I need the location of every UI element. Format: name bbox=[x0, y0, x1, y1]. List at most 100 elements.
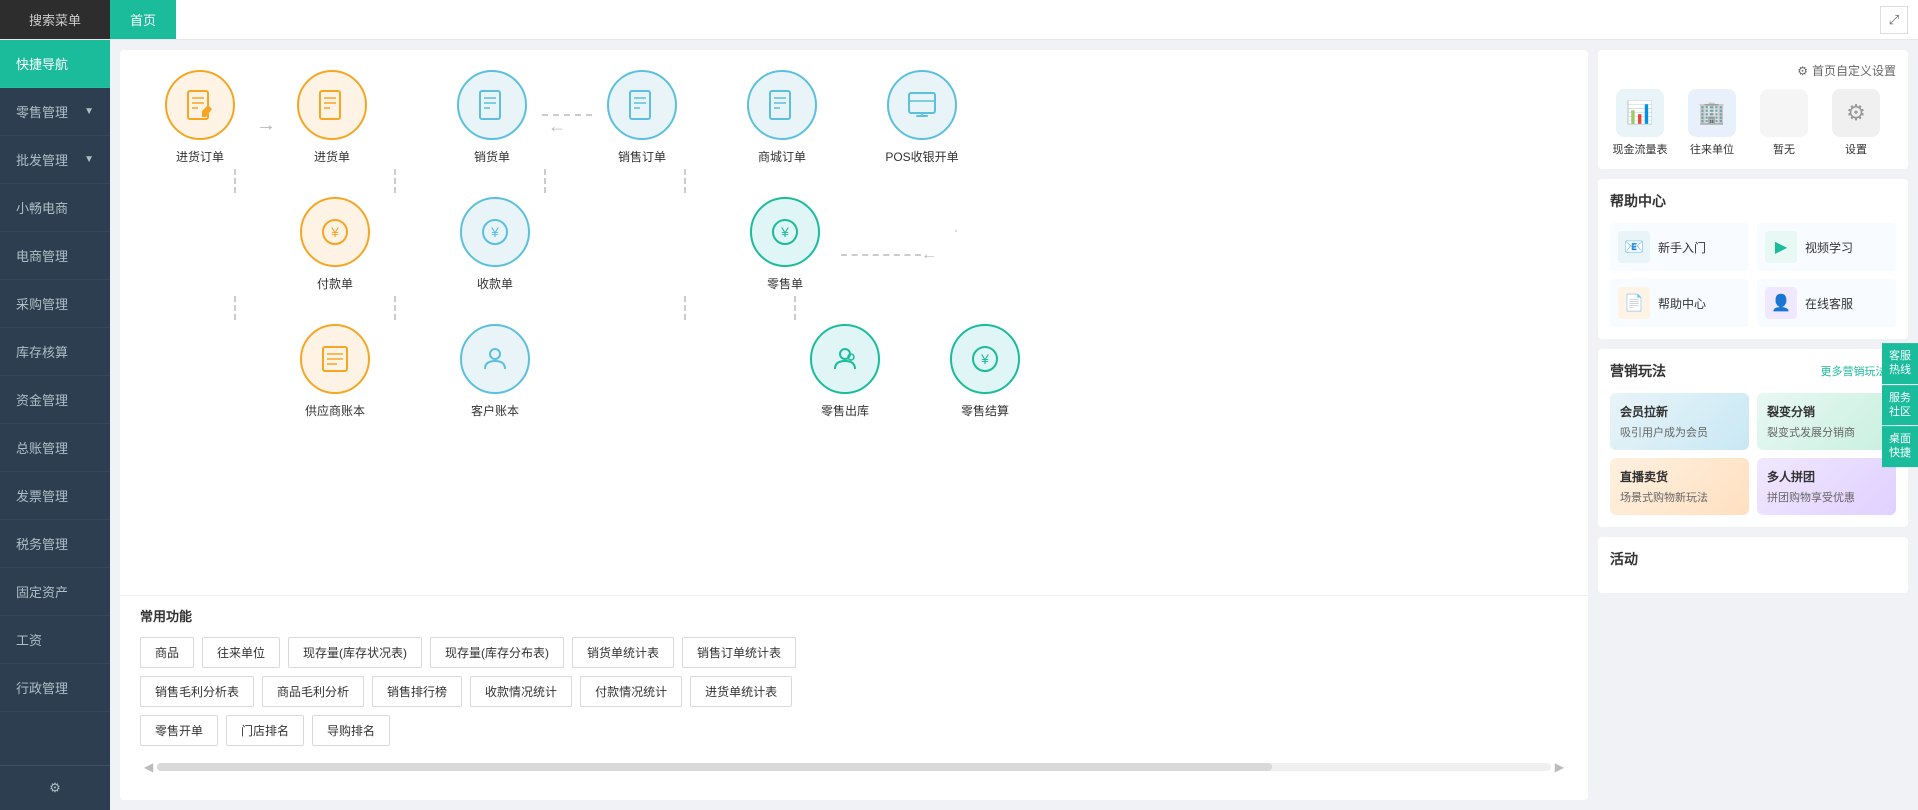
xiaohuo-label: 销货单 bbox=[474, 148, 510, 165]
common-function-button[interactable]: 销售订单统计表 bbox=[682, 637, 796, 668]
sidebar-item-5[interactable]: 采购管理 bbox=[0, 280, 110, 328]
shangcheng-label: 商城订单 bbox=[758, 148, 806, 165]
common-function-button[interactable]: 进货单统计表 bbox=[690, 676, 792, 707]
flow-node-xiaohuo[interactable]: 销货单 bbox=[442, 70, 542, 165]
svg-text:¥: ¥ bbox=[490, 224, 499, 240]
sidebar-item-label: 快捷导航 bbox=[16, 54, 68, 73]
sidebar-item-1[interactable]: 零售管理▼ bbox=[0, 88, 110, 136]
float-button[interactable]: 服务社区 bbox=[1882, 385, 1918, 426]
common-function-button[interactable]: 门店排名 bbox=[226, 715, 304, 746]
flow-node-pos[interactable]: POS收银开单 bbox=[872, 70, 972, 165]
flow-node-xiaoshou-order[interactable]: 销售订单 bbox=[592, 70, 692, 165]
sidebar-item-6[interactable]: 库存核算 bbox=[0, 328, 110, 376]
main-panel: 进货订单 → 进货单 bbox=[120, 50, 1588, 800]
common-function-button[interactable]: 销售毛利分析表 bbox=[140, 676, 254, 707]
marketing-item[interactable]: 多人拼团 拼团购物享受优惠 bbox=[1757, 458, 1896, 515]
gear-icon: ⚙ bbox=[49, 780, 61, 796]
common-function-button[interactable]: 往来单位 bbox=[202, 637, 280, 668]
marketing-item[interactable]: 直播卖货 场景式购物新玩法 bbox=[1610, 458, 1749, 515]
help-center: 帮助中心 📧 新手入门 ▶ 视频学习 📄 帮助中心 👤 在线客服 bbox=[1598, 179, 1908, 339]
flow-node-shoukuan[interactable]: ¥ 收款单 bbox=[445, 197, 545, 292]
flow-node-lingshou-chuku[interactable]: 零售出库 bbox=[795, 324, 895, 419]
nav-icon-label: 暂无 bbox=[1773, 141, 1795, 157]
sidebar-arrow: ▼ bbox=[84, 106, 94, 117]
marketing-item[interactable]: 裂变分销 裂变式发展分销商 bbox=[1757, 393, 1896, 450]
fukuan-label: 付款单 bbox=[317, 275, 353, 292]
float-button[interactable]: 客服热线 bbox=[1882, 343, 1918, 384]
sidebar-item-label: 行政管理 bbox=[16, 678, 68, 697]
sidebar-item-12[interactable]: 工资 bbox=[0, 616, 110, 664]
nav-icon-item[interactable]: 暂无 bbox=[1754, 89, 1814, 157]
gongyingshang-label: 供应商账本 bbox=[305, 402, 365, 419]
jinhuo-order-icon bbox=[165, 70, 235, 140]
scroll-left-arrow[interactable]: ◀ bbox=[140, 760, 157, 774]
sidebar-item-0[interactable]: 快捷导航 bbox=[0, 40, 110, 88]
sidebar-item-13[interactable]: 行政管理 bbox=[0, 664, 110, 712]
nav-icon-item[interactable]: 📊 现金流量表 bbox=[1610, 89, 1670, 157]
flow-node-lingshou-jiesuan[interactable]: ¥ 零售结算 bbox=[935, 324, 1035, 419]
marketing-item-title: 直播卖货 bbox=[1620, 468, 1739, 485]
scrollbar-track[interactable] bbox=[157, 763, 1551, 771]
lingshou-dan-label: 零售单 bbox=[767, 275, 803, 292]
nav-icon-item[interactable]: ⚙ 设置 bbox=[1826, 89, 1886, 157]
common-function-button[interactable]: 销售排行榜 bbox=[372, 676, 462, 707]
sidebar-item-label: 电商管理 bbox=[16, 246, 68, 265]
quick-nav-icons-container: 📊 现金流量表 🏢 往来单位 暂无 ⚙ 设置 bbox=[1610, 89, 1896, 157]
common-function-button[interactable]: 销货单统计表 bbox=[572, 637, 674, 668]
sidebar-item-8[interactable]: 总账管理 bbox=[0, 424, 110, 472]
lingshou-jiesuan-label: 零售结算 bbox=[961, 402, 1009, 419]
sidebar-item-4[interactable]: 电商管理 bbox=[0, 232, 110, 280]
scroll-right-arrow[interactable]: ▶ bbox=[1551, 760, 1568, 774]
common-function-button[interactable]: 商品 bbox=[140, 637, 194, 668]
common-row1: 商品往来单位现存量(库存状况表) 现存量(库存分布表) 销货单统计表销售订单统计表 bbox=[140, 637, 1568, 668]
fullscreen-button[interactable]: ⤢ bbox=[1880, 6, 1908, 34]
flow-node-jinhuo-dan[interactable]: 进货单 bbox=[282, 70, 382, 165]
sidebar-item-9[interactable]: 发票管理 bbox=[0, 472, 110, 520]
tab-home[interactable]: 首页 bbox=[110, 0, 176, 39]
common-function-button[interactable]: 零售开单 bbox=[140, 715, 218, 746]
flow-node-shangcheng[interactable]: 商城订单 bbox=[732, 70, 832, 165]
shoukuan-label: 收款单 bbox=[477, 275, 513, 292]
quick-nav-settings[interactable]: ⚙ 首页自定义设置 bbox=[1610, 62, 1896, 79]
help-item-icon: 📄 bbox=[1618, 287, 1650, 319]
marketing-item-desc: 吸引用户成为会员 bbox=[1620, 424, 1739, 440]
sidebar-item-7[interactable]: 资金管理 bbox=[0, 376, 110, 424]
sidebar-item-10[interactable]: 税务管理 bbox=[0, 520, 110, 568]
quick-nav-settings-label: 首页自定义设置 bbox=[1812, 62, 1896, 79]
help-item[interactable]: 📧 新手入门 bbox=[1610, 223, 1749, 271]
sidebar-item-2[interactable]: 批发管理▼ bbox=[0, 136, 110, 184]
marketing-item-title: 会员拉新 bbox=[1620, 403, 1739, 420]
help-item[interactable]: 📄 帮助中心 bbox=[1610, 279, 1749, 327]
nav-icon-label: 现金流量表 bbox=[1613, 141, 1668, 157]
flow-node-kehu[interactable]: 客户账本 bbox=[445, 324, 545, 419]
search-menu-button[interactable]: 搜索菜单 bbox=[0, 0, 110, 39]
flow-node-gongyingshang[interactable]: 供应商账本 bbox=[285, 324, 385, 419]
sidebar-settings[interactable]: ⚙ bbox=[0, 765, 110, 810]
common-function-button[interactable]: 导购排名 bbox=[312, 715, 390, 746]
help-item-icon: 📧 bbox=[1618, 231, 1650, 263]
sidebar-item-label: 库存核算 bbox=[16, 342, 68, 361]
marketing-item-desc: 拼团购物享受优惠 bbox=[1767, 489, 1886, 505]
common-function-button[interactable]: 收款情况统计 bbox=[470, 676, 572, 707]
flow-node-fukuan[interactable]: ¥ 付款单 bbox=[285, 197, 385, 292]
lingshou-dan-icon: ¥ bbox=[750, 197, 820, 267]
common-function-button[interactable]: 现存量(库存状况表) bbox=[288, 637, 422, 668]
common-function-button[interactable]: 现存量(库存分布表) bbox=[430, 637, 564, 668]
float-button[interactable]: 桌面快捷 bbox=[1882, 426, 1918, 467]
sidebar-item-label: 采购管理 bbox=[16, 294, 68, 313]
sidebar-item-11[interactable]: 固定资产 bbox=[0, 568, 110, 616]
svg-text:¥: ¥ bbox=[330, 224, 339, 240]
help-item[interactable]: 👤 在线客服 bbox=[1757, 279, 1896, 327]
common-function-button[interactable]: 商品毛利分析 bbox=[262, 676, 364, 707]
sidebar-item-label: 发票管理 bbox=[16, 486, 68, 505]
flow-node-lingshou-dan[interactable]: ¥ 零售单 bbox=[735, 197, 835, 292]
common-function-button[interactable]: 付款情况统计 bbox=[580, 676, 682, 707]
nav-icon-box: 📊 bbox=[1616, 89, 1664, 137]
pos-icon bbox=[887, 70, 957, 140]
marketing-item[interactable]: 会员拉新 吸引用户成为会员 bbox=[1610, 393, 1749, 450]
flow-node-jinhuo-order[interactable]: 进货订单 bbox=[150, 70, 250, 165]
pos-label: POS收银开单 bbox=[885, 148, 958, 165]
nav-icon-item[interactable]: 🏢 往来单位 bbox=[1682, 89, 1742, 157]
sidebar-item-3[interactable]: 小畅电商 bbox=[0, 184, 110, 232]
help-item[interactable]: ▶ 视频学习 bbox=[1757, 223, 1896, 271]
